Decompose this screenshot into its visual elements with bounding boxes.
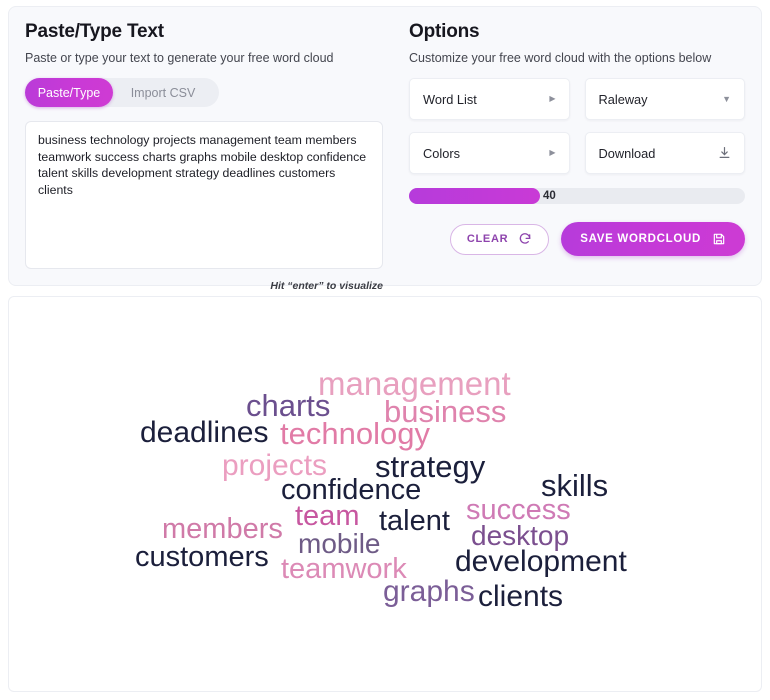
options-subtitle: Customize your free word cloud with the … xyxy=(409,51,712,65)
options-grid: Word List ▶ Raleway ▼ Colors ▶ Download xyxy=(409,78,745,174)
save-wordcloud-button[interactable]: SAVE WORDCLOUD xyxy=(561,222,745,256)
font-select[interactable]: Raleway ▼ xyxy=(584,78,745,120)
save-button-label: SAVE WORDCLOUD xyxy=(580,233,701,245)
options-panel: Options Customize your free word cloud w… xyxy=(397,21,745,275)
save-disk-icon xyxy=(712,232,726,246)
clear-button-label: CLEAR xyxy=(466,233,509,245)
colors-select[interactable]: Colors ▶ xyxy=(409,132,570,174)
wordcloud-word: clients xyxy=(478,580,564,613)
action-buttons: CLEAR SAVE WORDCLOUD xyxy=(409,222,745,256)
word-count-slider[interactable]: 40 xyxy=(409,188,745,204)
chevron-right-icon: ▶ xyxy=(549,94,556,103)
slider-fill xyxy=(409,188,541,204)
tab-paste-type[interactable]: Paste/Type xyxy=(25,78,113,107)
download-label: Download xyxy=(598,145,656,161)
chevron-down-icon: ▼ xyxy=(722,93,731,104)
visualize-hint: Hit “enter” to visualize xyxy=(270,280,383,292)
paste-panel-subtitle: Paste or type your text to generate your… xyxy=(25,51,334,65)
slider-value: 40 xyxy=(543,190,556,202)
wordcloud-word: team xyxy=(295,500,360,532)
wordcloud-word: members xyxy=(162,513,283,545)
controls-card: Paste/Type Text Paste or type your text … xyxy=(8,6,762,292)
font-label: Raleway xyxy=(598,91,648,107)
wordcloud-canvas[interactable]: management charts business deadlines technol… xyxy=(8,296,762,692)
word-count-slider-row: 40 xyxy=(409,188,745,204)
wordcloud-word: development xyxy=(455,545,627,578)
input-mode-tabs: Paste/Type Import CSV xyxy=(25,78,219,107)
word-list-select[interactable]: Word List ▶ xyxy=(409,78,570,120)
wordcloud-words: management charts business deadlines technol… xyxy=(9,297,761,691)
wordcloud-word: deadlines xyxy=(140,416,269,449)
clear-button[interactable]: CLEAR xyxy=(449,223,550,255)
wordcloud-word: technology xyxy=(280,416,430,451)
wordcloud-word: customers xyxy=(135,541,269,573)
page-title: Paste/Type Text xyxy=(25,21,164,42)
wordcloud-word: graphs xyxy=(383,575,475,608)
text-input[interactable] xyxy=(25,121,383,269)
refresh-icon xyxy=(518,232,532,246)
word-list-label: Word List xyxy=(423,91,477,107)
download-icon xyxy=(718,146,731,161)
download-select[interactable]: Download xyxy=(584,132,745,174)
colors-label: Colors xyxy=(423,145,460,161)
chevron-right-icon: ▶ xyxy=(549,148,556,157)
textarea-wrapper xyxy=(25,121,383,274)
wordcloud-word: talent xyxy=(379,505,450,537)
app-root: Paste/Type Text Paste or type your text … xyxy=(0,0,770,700)
options-title: Options xyxy=(409,21,480,42)
paste-type-panel: Paste/Type Text Paste or type your text … xyxy=(25,21,397,292)
tab-import-csv[interactable]: Import CSV xyxy=(113,78,213,107)
